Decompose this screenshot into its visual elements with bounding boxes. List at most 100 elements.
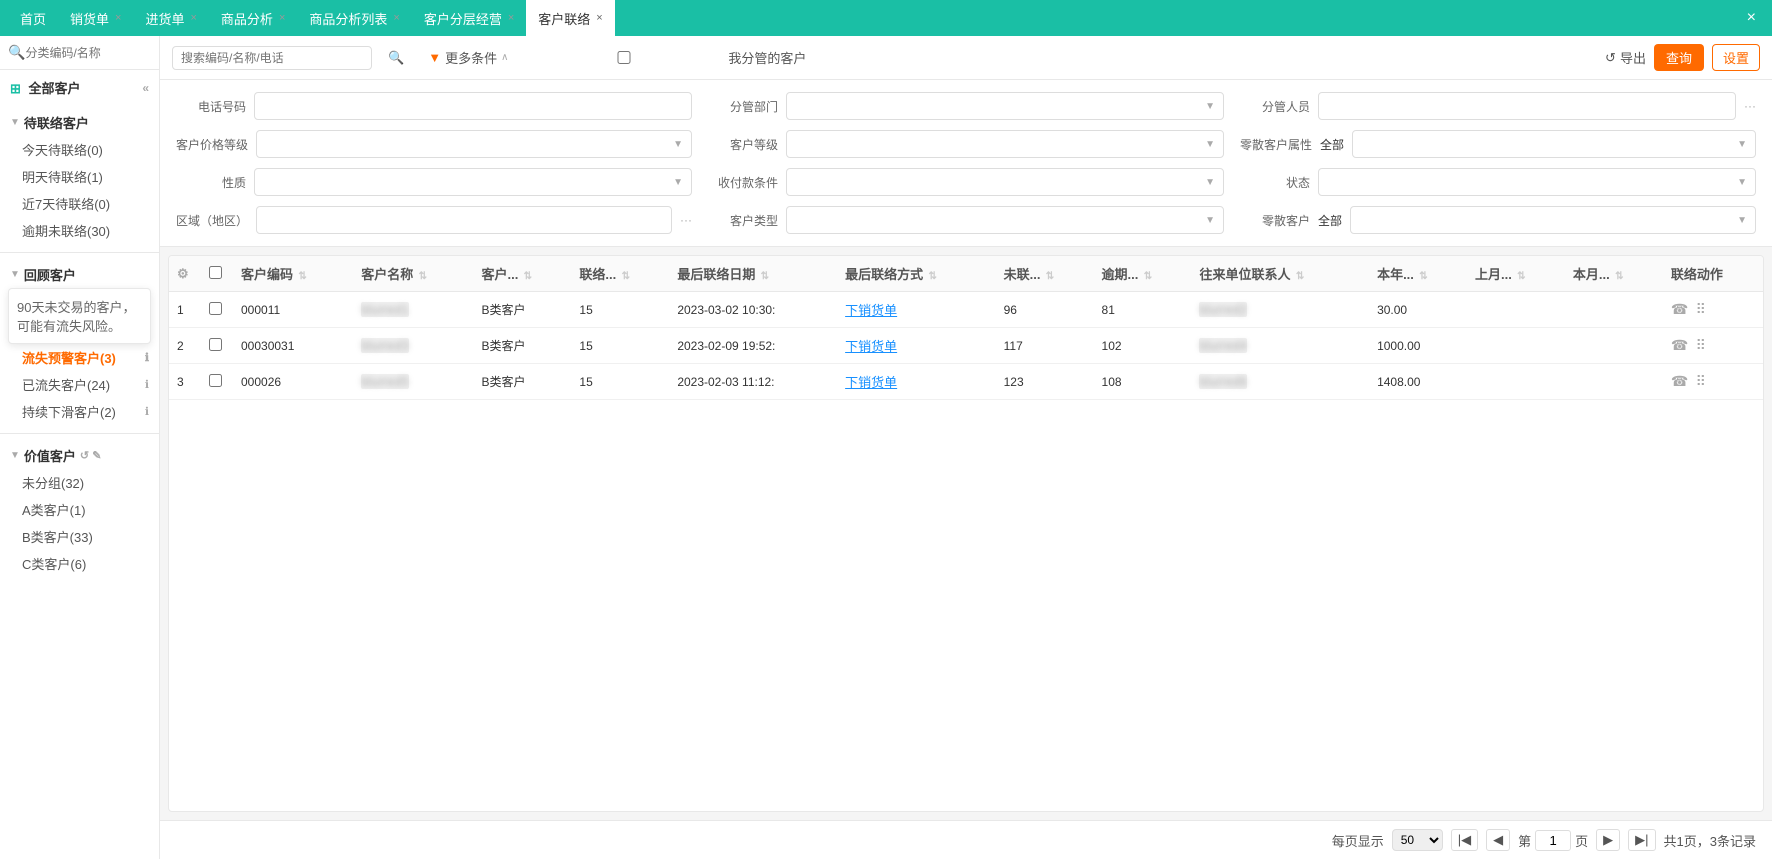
cell-name-2: blurred5 — [353, 364, 473, 400]
nav-tab-customer-tier[interactable]: 客户分层经营 × — [412, 0, 526, 36]
filter-price-tier-select[interactable]: ▼ — [256, 130, 692, 158]
contact-type-link-0[interactable]: 下销货单 — [845, 303, 897, 318]
th-contact[interactable]: 联络... ⇅ — [571, 256, 669, 292]
filter-manager-more-icon[interactable]: ··· — [1744, 99, 1756, 113]
action-more-icon-1[interactable]: ⠿ — [1696, 337, 1706, 353]
nav-tab-customer-contact[interactable]: 客户联络 × — [526, 0, 614, 36]
sidebar-section-pending-title[interactable]: ▼ 待联络客户 — [0, 109, 159, 136]
my-customers-checkbox[interactable] — [524, 51, 724, 64]
sidebar-all-customers[interactable]: ⊞ 全部客户 « — [0, 70, 159, 105]
cell-unit-contact-1: blurred4 — [1191, 328, 1369, 364]
first-page-btn[interactable]: |◀ — [1451, 829, 1478, 851]
sidebar-item-lost[interactable]: 已流失客户(24) ℹ — [0, 371, 159, 398]
filter-customer-type-select[interactable]: ▼ — [786, 206, 1224, 234]
sidebar-item-declining[interactable]: 持续下滑客户(2) ℹ — [0, 398, 159, 425]
sidebar-item-7days[interactable]: 近7天待联络(0) — [0, 190, 159, 217]
pre-lost-info-icon: ℹ — [145, 351, 149, 364]
th-last-contact-type[interactable]: 最后联络方式 ⇅ — [837, 256, 995, 292]
sidebar-section-value-title[interactable]: ▼ 价值客户 ↺ ✎ — [0, 442, 159, 469]
action-more-icon-2[interactable]: ⠿ — [1696, 373, 1706, 389]
select-all-checkbox[interactable] — [209, 266, 222, 279]
action-more-icon-0[interactable]: ⠿ — [1696, 301, 1706, 317]
filter-region-more-icon[interactable]: ··· — [680, 213, 692, 227]
filter-status-select[interactable]: ▼ — [1318, 168, 1756, 196]
search-input[interactable] — [172, 46, 372, 70]
filter-dept-chevron-icon: ▼ — [1205, 101, 1215, 112]
cell-last-contact-type-0[interactable]: 下销货单 — [837, 292, 995, 328]
prev-page-btn[interactable]: ◀ — [1486, 829, 1510, 851]
nav-home[interactable]: 首页 — [8, 0, 58, 36]
filter-gender-label: 性质 — [176, 174, 246, 191]
nav-tab-customer-tier-close[interactable]: × — [508, 12, 514, 24]
filter-dept-select[interactable]: ▼ — [786, 92, 1224, 120]
filter-manager-select[interactable] — [1318, 92, 1736, 120]
sidebar-item-overdue-contact[interactable]: 逾期未联络(30) — [0, 217, 159, 244]
cell-last-contact-type-1[interactable]: 下销货单 — [837, 328, 995, 364]
nav-tab-purchase-close[interactable]: × — [190, 12, 196, 24]
nav-tab-purchase[interactable]: 进货单 × — [133, 0, 208, 36]
sidebar-collapse-icon[interactable]: « — [142, 81, 149, 95]
action-contact-icon-2[interactable]: ☎ — [1671, 373, 1688, 389]
th-unit-contact[interactable]: 往来单位联系人 ⇅ — [1191, 256, 1369, 292]
row-checkbox-2[interactable] — [209, 374, 222, 387]
nav-tab-sales-close[interactable]: × — [115, 12, 121, 24]
filter-zero-customer-select[interactable]: ▼ — [1350, 206, 1756, 234]
nav-close-btn[interactable]: × — [1739, 9, 1764, 27]
filter-region-select[interactable] — [256, 206, 672, 234]
per-page-select[interactable]: 50 100 200 — [1392, 829, 1443, 851]
query-button[interactable]: 查询 — [1654, 44, 1704, 71]
th-code-label: 客户编码 — [241, 267, 293, 282]
th-this-year[interactable]: 本年... ⇅ — [1369, 256, 1467, 292]
contact-type-link-2[interactable]: 下销货单 — [845, 375, 897, 390]
th-settings[interactable]: ⚙ — [169, 256, 201, 292]
export-button[interactable]: ↺ 导出 — [1605, 48, 1646, 67]
action-contact-icon-0[interactable]: ☎ — [1671, 301, 1688, 317]
more-conditions-button[interactable]: ▼ 更多条件 ∧ — [420, 44, 516, 71]
th-last-contact-date[interactable]: 最后联络日期 ⇅ — [669, 256, 837, 292]
sidebar-search-input[interactable] — [25, 46, 160, 60]
filter-zero-attr-chevron-icon: ▼ — [1737, 139, 1747, 150]
filter-customer-tier-select[interactable]: ▼ — [786, 130, 1224, 158]
th-last-month[interactable]: 上月... ⇅ — [1467, 256, 1565, 292]
nav-tab-analysis-list[interactable]: 商品分析列表 × — [297, 0, 411, 36]
table-settings-icon[interactable]: ⚙ — [177, 266, 189, 281]
filter-payment-select[interactable]: ▼ — [786, 168, 1224, 196]
sidebar-item-typeA[interactable]: A类客户(1) — [0, 496, 159, 523]
action-contact-icon-1[interactable]: ☎ — [1671, 337, 1688, 353]
sidebar-item-today[interactable]: 今天待联络(0) — [0, 136, 159, 163]
next-page-btn[interactable]: ▶ — [1596, 829, 1620, 851]
sidebar-section-lost-title[interactable]: ▼ 回顾客户 — [0, 261, 159, 288]
nav-tab-customer-contact-close[interactable]: × — [596, 12, 602, 24]
th-overdue[interactable]: 逾期... ⇅ — [1094, 256, 1192, 292]
contact-type-link-1[interactable]: 下销货单 — [845, 339, 897, 354]
th-not-contacted[interactable]: 未联... ⇅ — [996, 256, 1094, 292]
my-customers-label[interactable]: 我分管的客户 — [524, 48, 806, 67]
th-name[interactable]: 客户名称 ⇅ — [353, 256, 473, 292]
filter-phone-input[interactable] — [254, 92, 692, 120]
row-checkbox-0[interactable] — [209, 302, 222, 315]
th-this-month[interactable]: 本月... ⇅ — [1565, 256, 1663, 292]
page-input[interactable] — [1535, 830, 1571, 851]
nav-tab-analysis[interactable]: 商品分析 × — [209, 0, 297, 36]
filter-customer-type: 客户类型 ▼ — [708, 206, 1224, 234]
search-button[interactable]: 🔍 — [380, 46, 412, 70]
value-edit-icon[interactable]: ↺ ✎ — [80, 449, 102, 462]
cell-last-contact-type-2[interactable]: 下销货单 — [837, 364, 995, 400]
nav-tab-sales[interactable]: 销货单 × — [58, 0, 133, 36]
sidebar-item-ungrouped[interactable]: 未分组(32) — [0, 469, 159, 496]
value-arrow-icon: ▼ — [10, 450, 20, 461]
th-code[interactable]: 客户编码 ⇅ — [233, 256, 353, 292]
nav-tab-analysis-list-close[interactable]: × — [393, 12, 399, 24]
settings-button[interactable]: 设置 — [1712, 44, 1760, 71]
th-type[interactable]: 客户... ⇅ — [473, 256, 571, 292]
filter-zero-attr-select[interactable]: ▼ — [1352, 130, 1756, 158]
last-page-btn[interactable]: ▶| — [1628, 829, 1655, 851]
sidebar-item-typeB[interactable]: B类客户(33) — [0, 523, 159, 550]
sidebar-item-typeC[interactable]: C类客户(6) — [0, 550, 159, 577]
row-checkbox-1[interactable] — [209, 338, 222, 351]
top-nav: 首页 销货单 × 进货单 × 商品分析 × 商品分析列表 × 客户分层经营 × … — [0, 0, 1772, 36]
sidebar-item-pre-lost[interactable]: 流失预警客户(3) ℹ — [0, 344, 159, 371]
sidebar-item-tomorrow[interactable]: 明天待联络(1) — [0, 163, 159, 190]
nav-tab-analysis-close[interactable]: × — [279, 12, 285, 24]
filter-gender-select[interactable]: ▼ — [254, 168, 692, 196]
